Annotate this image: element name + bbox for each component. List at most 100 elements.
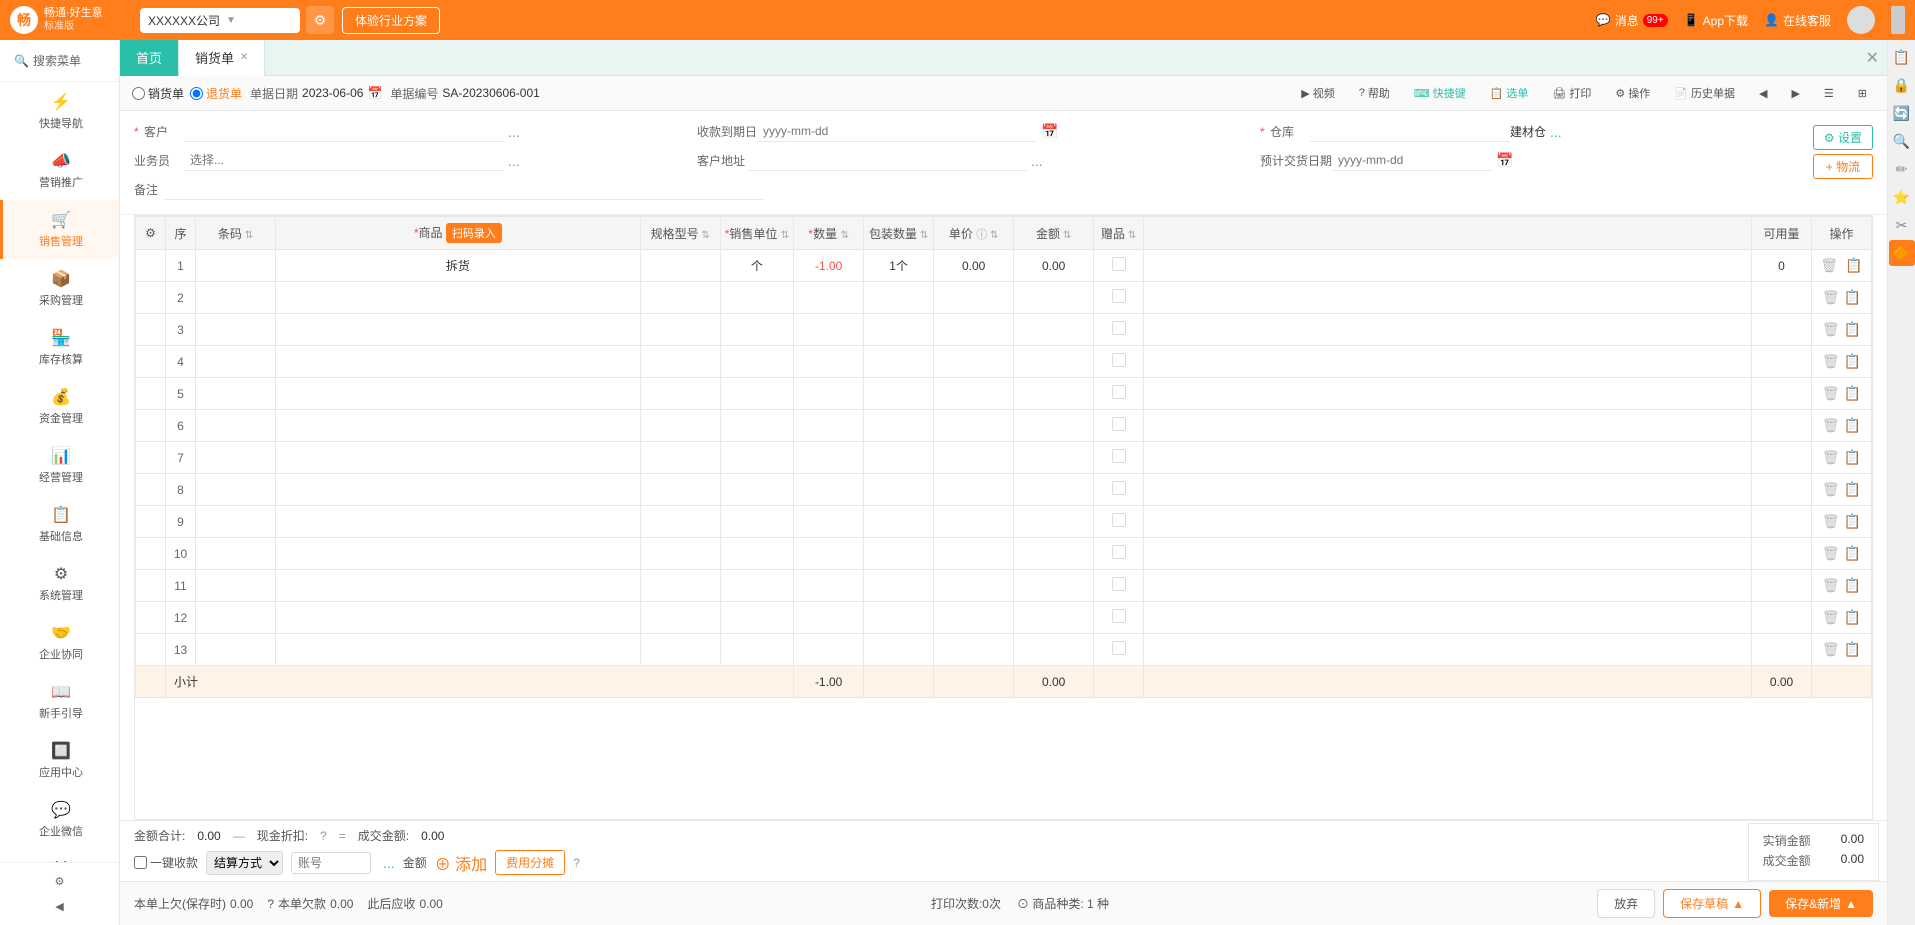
expense-info-icon[interactable]: ? bbox=[573, 856, 580, 870]
sidebar-item-purchase[interactable]: 📦 采购管理 bbox=[0, 259, 119, 318]
copy-icon-1[interactable]: 📋 bbox=[1845, 257, 1862, 273]
online-service-button[interactable]: 👤 在线客服 bbox=[1764, 12, 1831, 29]
payment-account-input[interactable] bbox=[291, 852, 371, 874]
th-spec[interactable]: 规格型号 bbox=[640, 217, 720, 250]
th-settings[interactable]: ⚙ bbox=[136, 217, 166, 250]
add-payment-button[interactable]: ⊕ 添加 bbox=[435, 851, 487, 875]
operation-button[interactable]: ⚙ 操作 bbox=[1607, 82, 1658, 104]
tab-home[interactable]: 首页 bbox=[120, 40, 179, 76]
th-barcode[interactable]: 条码 bbox=[196, 217, 276, 250]
company-selector[interactable]: XXXXXX公司 ▼ bbox=[140, 8, 300, 33]
sidebar-item-inventory[interactable]: 🏪 库存核算 bbox=[0, 318, 119, 377]
cell-pack-1[interactable]: 1个 bbox=[864, 250, 934, 282]
print-button[interactable]: 🖨 打印 bbox=[1544, 82, 1599, 104]
cell-barcode-1[interactable] bbox=[196, 250, 276, 282]
warehouse-select-icon[interactable]: ... bbox=[1550, 124, 1562, 140]
copy-icon-2[interactable]: 📋 bbox=[1844, 289, 1861, 305]
warehouse-value: 建材仓 bbox=[1510, 123, 1546, 140]
sidebar-item-vip[interactable]: V 畅会员 bbox=[0, 849, 119, 862]
sidebar-item-basic-info[interactable]: 📋 基础信息 bbox=[0, 495, 119, 554]
delivery-calendar-icon[interactable]: 📅 bbox=[1496, 152, 1513, 169]
shortcut-button[interactable]: ⌨ 快捷键 bbox=[1406, 82, 1474, 104]
sidebar-settings-button[interactable]: ⚙ bbox=[0, 869, 119, 894]
customer-address-input[interactable] bbox=[747, 150, 1027, 171]
cell-qty-1[interactable]: -1.00 bbox=[794, 250, 864, 282]
sidebar-item-guide[interactable]: 📖 新手引导 bbox=[0, 672, 119, 731]
tab-close-icon[interactable]: ✕ bbox=[240, 52, 248, 63]
address-select-icon[interactable]: ... bbox=[1031, 153, 1043, 169]
avatar[interactable] bbox=[1847, 6, 1875, 34]
message-button[interactable]: 💬 消息 99+ bbox=[1596, 12, 1668, 29]
right-sidebar-btn-4[interactable]: 🔍 bbox=[1889, 128, 1915, 154]
settings-icon[interactable]: ⚙ bbox=[306, 6, 334, 34]
cell-price-1[interactable]: 0.00 bbox=[934, 250, 1014, 282]
select-button[interactable]: 📋 选单 bbox=[1482, 82, 1537, 104]
help-button[interactable]: ? 帮助 bbox=[1351, 82, 1398, 104]
history-button[interactable]: 📄 历史单据 bbox=[1666, 82, 1743, 104]
sidebar-item-quick-nav[interactable]: ⚡ 快捷导航 bbox=[0, 82, 119, 141]
grid-view-button[interactable]: ⊞ bbox=[1850, 84, 1875, 103]
th-pack[interactable]: 包装数量 bbox=[864, 217, 934, 250]
payment-method-select[interactable]: 结算方式 bbox=[206, 851, 283, 875]
save-draft-button[interactable]: 保存草稿 ▲ bbox=[1663, 889, 1761, 918]
sidebar-item-marketing[interactable]: 📣 营销推广 bbox=[0, 141, 119, 200]
price-info-icon[interactable]: ⓘ bbox=[976, 229, 987, 241]
salesperson-select-icon[interactable]: ... bbox=[508, 153, 520, 169]
save-new-button[interactable]: 保存&新增 ▲ bbox=[1769, 890, 1873, 917]
delete-icon-1[interactable]: 🗑 bbox=[1820, 257, 1838, 273]
radio-return-order[interactable]: 退货单 bbox=[190, 85, 242, 102]
one-click-payment-checkbox[interactable]: 一键收款 bbox=[134, 854, 198, 871]
list-view-button[interactable]: ☰ bbox=[1816, 84, 1842, 103]
sidebar-item-finance[interactable]: 💰 资金管理 bbox=[0, 377, 119, 436]
logistics-button[interactable]: + 物流 bbox=[1813, 154, 1873, 179]
sidebar-item-wechat[interactable]: 💬 企业微信 bbox=[0, 790, 119, 849]
right-sidebar-btn-2[interactable]: 🔒 bbox=[1889, 72, 1915, 98]
delete-icon-2[interactable]: 🗑 bbox=[1822, 289, 1840, 305]
right-sidebar-btn-3[interactable]: 🔄 bbox=[1889, 100, 1915, 126]
radio-sale-order[interactable]: 销货单 bbox=[132, 85, 184, 102]
sidebar-collapse-button[interactable]: ◀ bbox=[0, 894, 119, 919]
right-sidebar-btn-6[interactable]: ⭐ bbox=[1889, 184, 1915, 210]
cell-unit-1[interactable]: 个 bbox=[720, 250, 793, 282]
discard-button[interactable]: 放弃 bbox=[1597, 889, 1655, 918]
expense-split-button[interactable]: 费用分摊 bbox=[495, 850, 565, 875]
video-button[interactable]: ▶ 视频 bbox=[1293, 82, 1342, 104]
sidebar-item-system[interactable]: ⚙ 系统管理 bbox=[0, 554, 119, 613]
payment-date-calendar-icon[interactable]: 📅 bbox=[1041, 123, 1058, 140]
scan-button[interactable]: 扫码录入 bbox=[446, 223, 502, 243]
customer-select-icon[interactable]: ... bbox=[508, 124, 520, 140]
prev-button[interactable]: ◀ bbox=[1751, 84, 1775, 103]
warehouse-input[interactable] bbox=[1310, 121, 1510, 142]
calendar-icon[interactable]: 📅 bbox=[367, 86, 382, 100]
right-sidebar-btn-1[interactable]: 📋 bbox=[1889, 44, 1915, 70]
account-select-icon[interactable]: ... bbox=[383, 855, 395, 871]
right-sidebar-btn-5[interactable]: ✏ bbox=[1889, 156, 1915, 182]
app-download-button[interactable]: 📱 App下载 bbox=[1684, 12, 1748, 29]
delivery-date-input[interactable] bbox=[1332, 150, 1492, 171]
notes-input[interactable] bbox=[164, 179, 764, 200]
right-sidebar-btn-8[interactable]: 🔶 bbox=[1889, 240, 1915, 266]
tab-close-button[interactable]: ✕ bbox=[1866, 48, 1879, 68]
sidebar-item-apps[interactable]: 🔲 应用中心 bbox=[0, 731, 119, 790]
th-amount[interactable]: 金额 bbox=[1014, 217, 1094, 250]
experience-button[interactable]: 体验行业方案 bbox=[342, 7, 440, 34]
sidebar-item-enterprise[interactable]: 🤝 企业协同 bbox=[0, 613, 119, 672]
customer-input[interactable] bbox=[184, 121, 504, 142]
sidebar-item-sales[interactable]: 🛒 销售管理 bbox=[0, 200, 119, 259]
settings-button[interactable]: ⚙ 设置 bbox=[1813, 125, 1873, 150]
sidebar-item-operations[interactable]: 📊 经营管理 bbox=[0, 436, 119, 495]
right-sidebar-btn-7[interactable]: ✂ bbox=[1889, 212, 1915, 238]
tab-sales-order[interactable]: 销货单 ✕ bbox=[179, 40, 265, 76]
gift-checkbox-1[interactable] bbox=[1112, 257, 1126, 271]
cell-amount-1[interactable]: 0.00 bbox=[1014, 250, 1094, 282]
th-gift[interactable]: 赠品 bbox=[1094, 217, 1144, 250]
discount-info-icon[interactable]: ? bbox=[320, 829, 327, 843]
th-price[interactable]: 单价 ⓘ bbox=[934, 217, 1014, 250]
cell-spec-1[interactable] bbox=[640, 250, 720, 282]
cell-gift-1[interactable] bbox=[1094, 250, 1144, 282]
cell-product-1[interactable]: 拆货 bbox=[276, 250, 641, 282]
next-button[interactable]: ▶ bbox=[1783, 84, 1807, 103]
search-menu-button[interactable]: 🔍 搜索菜单 bbox=[8, 48, 111, 73]
payment-date-input[interactable] bbox=[757, 121, 1037, 142]
salesperson-input[interactable] bbox=[184, 150, 504, 171]
